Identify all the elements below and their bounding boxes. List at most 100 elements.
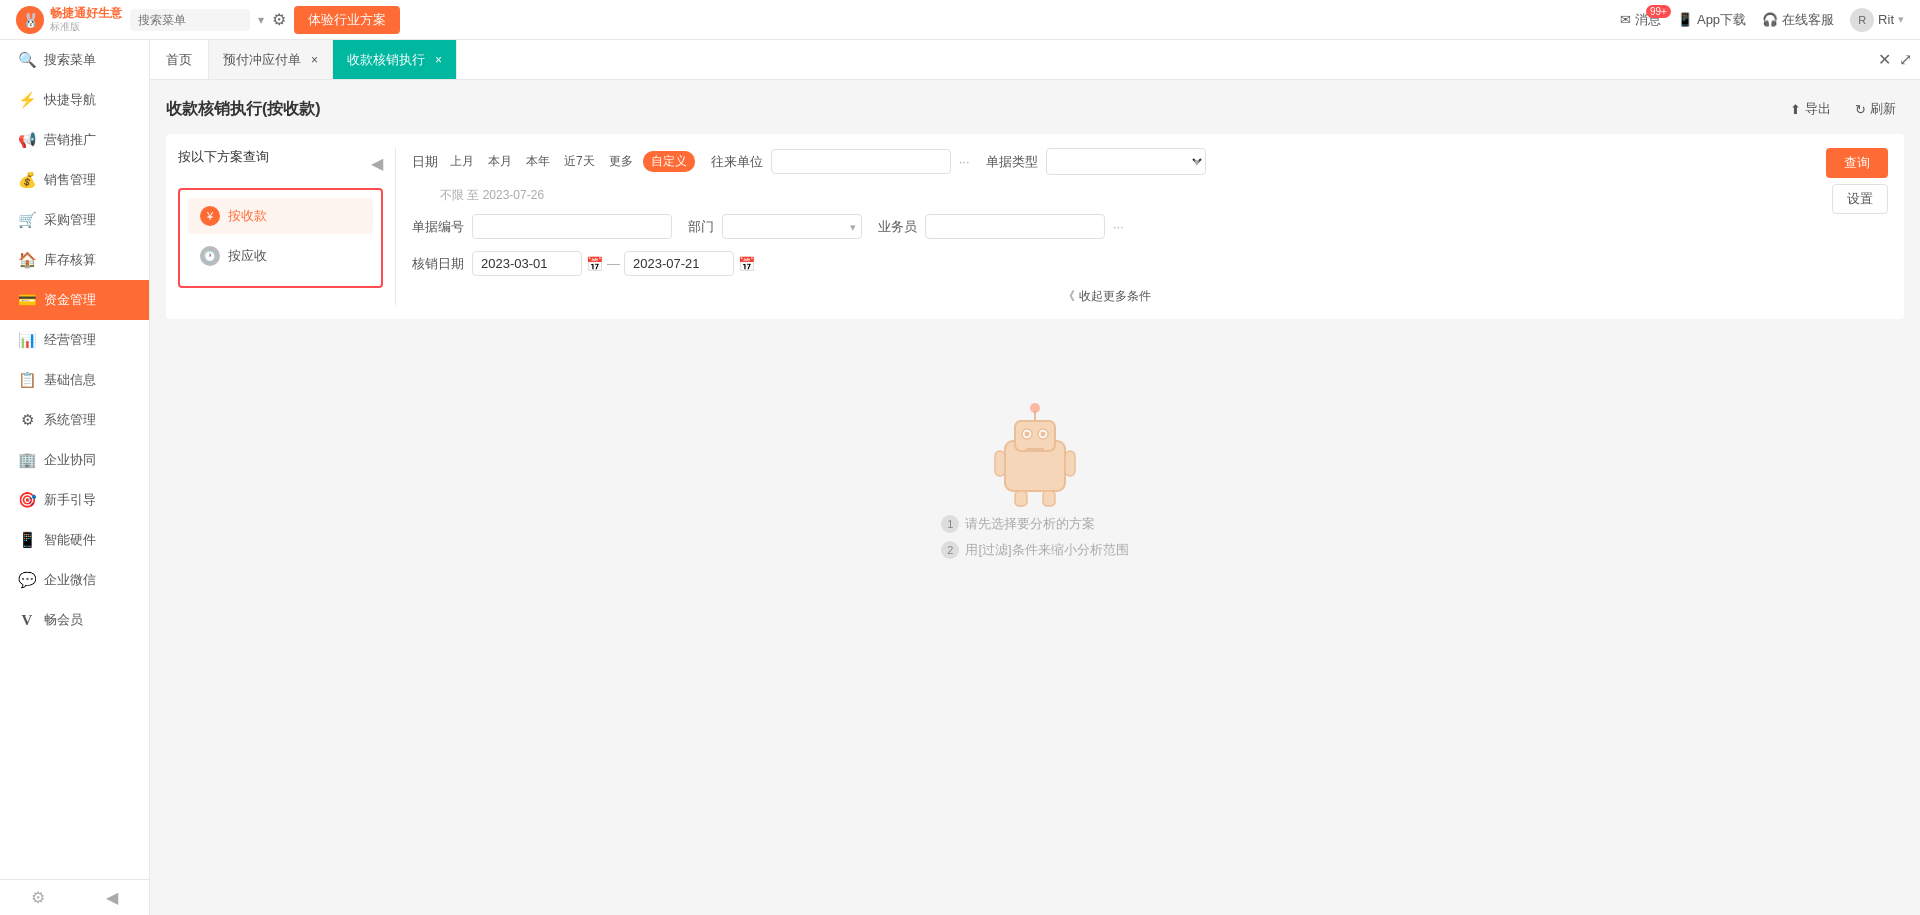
tab-prepay[interactable]: 预付冲应付单 × bbox=[209, 40, 333, 79]
basic-info-icon: 📋 bbox=[18, 371, 36, 389]
sidebar-item-purchase[interactable]: 🛒 采购管理 bbox=[0, 200, 149, 240]
sidebar-item-wechat[interactable]: 💬 企业微信 bbox=[0, 560, 149, 600]
bill-type-label: 单据类型 bbox=[986, 153, 1038, 171]
logo-icon: 🐰 bbox=[16, 6, 44, 34]
svg-rect-1 bbox=[1015, 421, 1055, 451]
bill-no-field: 单据编号 bbox=[412, 214, 672, 239]
sidebar-item-search-menu[interactable]: 🔍 搜索菜单 bbox=[0, 40, 149, 80]
top-bar-right: ✉ 消息 99+ 📱 App下载 🎧 在线客服 R Rit ▾ bbox=[1620, 8, 1904, 32]
collapse-filter-btn[interactable]: ◀ bbox=[371, 154, 383, 173]
verify-date-start-input[interactable] bbox=[472, 251, 582, 276]
settings-bottom-icon[interactable]: ⚙ bbox=[31, 888, 45, 907]
online-service-button[interactable]: 🎧 在线客服 bbox=[1762, 11, 1834, 29]
sidebar-item-member[interactable]: V 畅会员 bbox=[0, 600, 149, 640]
verify-date-end-input[interactable] bbox=[624, 251, 734, 276]
date-shortcuts: 上月 本月 本年 近7天 更多 自定义 bbox=[446, 151, 695, 172]
enterprise-icon: 🏢 bbox=[18, 451, 36, 469]
calendar-end-icon[interactable]: 📅 bbox=[738, 256, 755, 272]
date-shortcut-this-month[interactable]: 本月 bbox=[484, 151, 516, 172]
collapse-more-row: 《 收起更多条件 bbox=[412, 288, 1802, 305]
app-icon: 📱 bbox=[1677, 12, 1693, 27]
bill-no-input[interactable] bbox=[472, 214, 672, 239]
date-shortcut-more[interactable]: 更多 bbox=[605, 151, 637, 172]
app-download-button[interactable]: 📱 App下载 bbox=[1677, 11, 1746, 29]
settings-button[interactable]: 设置 bbox=[1832, 184, 1888, 214]
date-custom-badge[interactable]: 自定义 bbox=[643, 151, 695, 172]
sidebar-label-basic: 基础信息 bbox=[44, 371, 96, 389]
svg-rect-8 bbox=[1065, 451, 1075, 476]
top-bar-left: 🐰 畅捷通好生意 标准版 ▾ ⚙ 体验行业方案 bbox=[16, 6, 400, 34]
export-icon: ⬆ bbox=[1790, 102, 1801, 117]
close-tab-button[interactable]: ✕ bbox=[1878, 50, 1891, 69]
page-title: 收款核销执行(按收款) bbox=[166, 99, 321, 120]
sidebar-item-smart-hw[interactable]: 📱 智能硬件 bbox=[0, 520, 149, 560]
tab-receipt-close[interactable]: × bbox=[435, 53, 442, 67]
staff-label: 业务员 bbox=[878, 218, 917, 236]
counterpart-input[interactable] bbox=[771, 149, 951, 174]
bill-type-select[interactable] bbox=[1046, 148, 1206, 175]
operation-icon: 📊 bbox=[18, 331, 36, 349]
date-shortcut-7days[interactable]: 近7天 bbox=[560, 151, 599, 172]
empty-tip-1: 1 请先选择要分析的方案 bbox=[941, 511, 1128, 537]
svg-rect-9 bbox=[1015, 491, 1027, 506]
filter-option-by-receipt[interactable]: ¥ 按收款 bbox=[188, 198, 373, 234]
sidebar-item-operation[interactable]: 📊 经营管理 bbox=[0, 320, 149, 360]
tab-prepay-label: 预付冲应付单 bbox=[223, 51, 301, 69]
sidebar-label-operation: 经营管理 bbox=[44, 331, 96, 349]
dept-select-wrapper bbox=[722, 214, 862, 239]
tip-num-2: 2 bbox=[941, 541, 959, 559]
collapse-sidebar-icon[interactable]: ◀ bbox=[106, 888, 118, 907]
sidebar-item-inventory[interactable]: 🏠 库存核算 bbox=[0, 240, 149, 280]
refresh-button[interactable]: ↻ 刷新 bbox=[1847, 96, 1904, 122]
collapse-more-btn[interactable]: 《 收起更多条件 bbox=[1063, 288, 1151, 305]
user-profile[interactable]: R Rit ▾ bbox=[1850, 8, 1904, 32]
bill-type-field: 单据类型 bbox=[986, 148, 1206, 175]
tab-home[interactable]: 首页 bbox=[150, 40, 209, 79]
sidebar: 🔍 搜索菜单 ⚡ 快捷导航 📢 营销推广 💰 销售管理 🛒 采购管理 🏠 库存核… bbox=[0, 40, 150, 915]
beginner-icon: 🎯 bbox=[18, 491, 36, 509]
search-icon: 🔍 bbox=[18, 51, 36, 69]
gear-button[interactable]: ⚙ bbox=[272, 10, 286, 29]
sidebar-label-enterprise: 企业协同 bbox=[44, 451, 96, 469]
sidebar-item-basic-info[interactable]: 📋 基础信息 bbox=[0, 360, 149, 400]
message-button[interactable]: ✉ 消息 99+ bbox=[1620, 11, 1661, 29]
sidebar-item-marketing[interactable]: 📢 营销推广 bbox=[0, 120, 149, 160]
filter-option-by-receivable[interactable]: 🕐 按应收 bbox=[188, 238, 373, 274]
page-content: 收款核销执行(按收款) ⬆ 导出 ↻ 刷新 按以下方 bbox=[150, 80, 1920, 915]
tip-num-1: 1 bbox=[941, 515, 959, 533]
staff-input[interactable] bbox=[925, 214, 1105, 239]
query-actions: 查询 设置 bbox=[1818, 148, 1888, 214]
sidebar-item-enterprise[interactable]: 🏢 企业协同 bbox=[0, 440, 149, 480]
tab-prepay-close[interactable]: × bbox=[311, 53, 318, 67]
sidebar-item-capital[interactable]: 💳 资金管理 bbox=[0, 280, 149, 320]
empty-tip-2: 2 用[过滤]条件来缩小分析范围 bbox=[941, 537, 1128, 563]
date-label: 日期 bbox=[412, 153, 438, 171]
main-layout: 🔍 搜索菜单 ⚡ 快捷导航 📢 营销推广 💰 销售管理 🛒 采购管理 🏠 库存核… bbox=[0, 40, 1920, 915]
export-button[interactable]: ⬆ 导出 bbox=[1782, 96, 1839, 122]
wechat-icon: 💬 bbox=[18, 571, 36, 589]
date-shortcut-this-year[interactable]: 本年 bbox=[522, 151, 554, 172]
bill-no-label: 单据编号 bbox=[412, 218, 464, 236]
date-shortcut-last-month[interactable]: 上月 bbox=[446, 151, 478, 172]
sidebar-item-beginner[interactable]: 🎯 新手引导 bbox=[0, 480, 149, 520]
industry-button[interactable]: 体验行业方案 bbox=[294, 6, 400, 34]
sidebar-item-quick-nav[interactable]: ⚡ 快捷导航 bbox=[0, 80, 149, 120]
empty-illustration bbox=[975, 391, 1095, 511]
filter-right: 日期 上月 本月 本年 近7天 更多 自定义 bbox=[396, 148, 1904, 305]
marketing-icon: 📢 bbox=[18, 131, 36, 149]
expand-tab-button[interactable]: ⤢ bbox=[1899, 50, 1912, 69]
system-icon: ⚙ bbox=[18, 411, 36, 429]
sidebar-item-sales[interactable]: 💰 销售管理 bbox=[0, 160, 149, 200]
search-input[interactable] bbox=[130, 9, 250, 31]
calendar-start-icon[interactable]: 📅 bbox=[586, 256, 603, 272]
query-button[interactable]: 查询 bbox=[1826, 148, 1888, 178]
sidebar-label-wechat: 企业微信 bbox=[44, 571, 96, 589]
sidebar-label-search: 搜索菜单 bbox=[44, 51, 96, 69]
staff-ellipsis: ··· bbox=[1113, 219, 1124, 234]
sidebar-label-sales: 销售管理 bbox=[44, 171, 96, 189]
sidebar-item-system[interactable]: ⚙ 系统管理 bbox=[0, 400, 149, 440]
dept-select[interactable] bbox=[722, 214, 862, 239]
filter-row-bill: 单据编号 部门 业务员 bbox=[412, 214, 1802, 239]
sidebar-label-beginner: 新手引导 bbox=[44, 491, 96, 509]
tab-receipt[interactable]: 收款核销执行 × bbox=[333, 40, 457, 79]
